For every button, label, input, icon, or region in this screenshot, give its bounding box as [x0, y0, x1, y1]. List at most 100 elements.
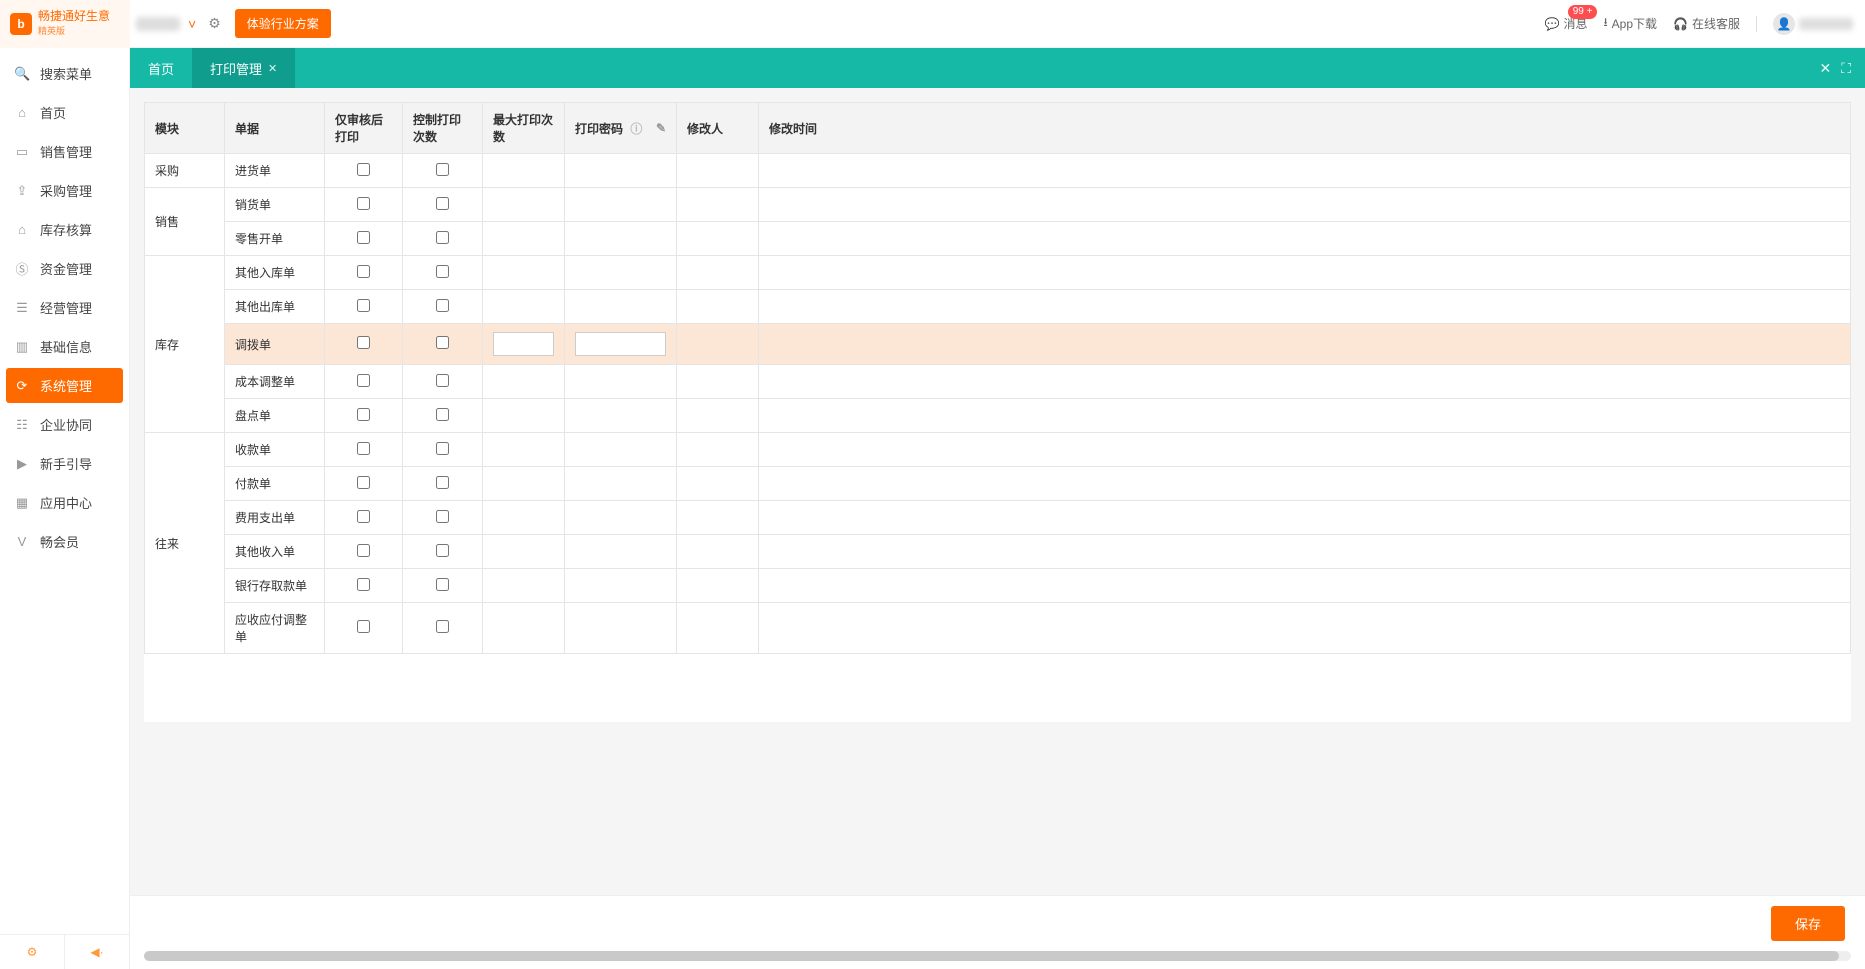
- cell-limit-count: [403, 324, 483, 365]
- edit-icon[interactable]: ✎: [656, 121, 666, 135]
- cell-password: [565, 154, 677, 188]
- audit-only-checkbox[interactable]: [357, 544, 370, 557]
- cell-modified-at: [759, 535, 1851, 569]
- sidebar-item-purchase[interactable]: ⇪采购管理: [0, 171, 129, 210]
- sidebar-item-basic[interactable]: ▥基础信息: [0, 327, 129, 366]
- cell-limit-count: [403, 256, 483, 290]
- audit-only-checkbox[interactable]: [357, 231, 370, 244]
- audit-only-checkbox[interactable]: [357, 163, 370, 176]
- sidebar-item-fund[interactable]: Ⓢ资金管理: [0, 249, 129, 288]
- app-download-button[interactable]: ⭳ App下载: [1603, 13, 1657, 34]
- tab-home[interactable]: 首页: [130, 48, 192, 88]
- audit-only-checkbox[interactable]: [357, 620, 370, 633]
- cell-doc: 销货单: [225, 188, 325, 222]
- audit-only-checkbox[interactable]: [357, 374, 370, 387]
- limit-count-checkbox[interactable]: [436, 544, 449, 557]
- sidebar-collapse-button[interactable]: ◀·: [64, 935, 129, 969]
- password-input[interactable]: [575, 332, 666, 356]
- limit-count-checkbox[interactable]: [436, 336, 449, 349]
- table-row: 零售开单: [145, 222, 1851, 256]
- audit-only-checkbox[interactable]: [357, 336, 370, 349]
- limit-count-checkbox[interactable]: [436, 476, 449, 489]
- industry-plan-button[interactable]: 体验行业方案: [235, 9, 331, 38]
- table-row: 其他出库单: [145, 290, 1851, 324]
- close-all-tabs-button[interactable]: ✕: [1819, 60, 1831, 77]
- save-button[interactable]: 保存: [1771, 906, 1845, 941]
- limit-count-checkbox[interactable]: [436, 265, 449, 278]
- app-download-label: App下载: [1612, 15, 1657, 32]
- audit-only-checkbox[interactable]: [357, 408, 370, 421]
- cell-limit-count: [403, 467, 483, 501]
- cell-limit-count: [403, 222, 483, 256]
- max-count-input[interactable]: [493, 332, 554, 356]
- brand-logo[interactable]: b 畅捷通好生意 精英版: [0, 0, 130, 48]
- org-select[interactable]: ˅ ⚙: [136, 15, 221, 32]
- limit-count-checkbox[interactable]: [436, 510, 449, 523]
- cell-doc: 其他出库单: [225, 290, 325, 324]
- limit-count-checkbox[interactable]: [436, 163, 449, 176]
- cell-audit-only: [325, 433, 403, 467]
- cell-modifier: [677, 467, 759, 501]
- online-service-button[interactable]: 🎧 在线客服: [1673, 15, 1740, 32]
- cell-limit-count: [403, 290, 483, 324]
- audit-only-checkbox[interactable]: [357, 476, 370, 489]
- table-row: 付款单: [145, 467, 1851, 501]
- th-max-count: 最大打印次数: [483, 103, 565, 154]
- cell-max-count: [483, 467, 565, 501]
- limit-count-checkbox[interactable]: [436, 620, 449, 633]
- tab-print-management[interactable]: 打印管理 ✕: [192, 48, 295, 88]
- sidebar-settings-button[interactable]: ⚙: [0, 935, 64, 969]
- cell-password: [565, 501, 677, 535]
- sidebar-item-stock[interactable]: ⌂库存核算: [0, 210, 129, 249]
- cell-modified-at: [759, 467, 1851, 501]
- sidebar-item-apps[interactable]: ▦应用中心: [0, 483, 129, 522]
- cell-doc: 调拨单: [225, 324, 325, 365]
- user-menu[interactable]: 👤: [1773, 13, 1853, 35]
- cell-password: [565, 188, 677, 222]
- audit-only-checkbox[interactable]: [357, 510, 370, 523]
- sidebar-item-guide[interactable]: ▶新手引导: [0, 444, 129, 483]
- messages-button[interactable]: 💬 消息 99 +: [1545, 15, 1588, 32]
- th-module: 模块: [145, 103, 225, 154]
- audit-only-checkbox[interactable]: [357, 197, 370, 210]
- th-modified-at: 修改时间: [759, 103, 1851, 154]
- cell-modifier: [677, 501, 759, 535]
- limit-count-checkbox[interactable]: [436, 197, 449, 210]
- help-icon[interactable]: ⓘ: [630, 122, 642, 136]
- audit-only-checkbox[interactable]: [357, 299, 370, 312]
- cell-audit-only: [325, 399, 403, 433]
- audit-only-checkbox[interactable]: [357, 442, 370, 455]
- content: 模块 单据 仅审核后打印 控制打印次数 最大打印次数 打印密码 ⓘ ✎: [130, 88, 1865, 895]
- scrollbar-thumb[interactable]: [144, 951, 1839, 961]
- cell-limit-count: [403, 603, 483, 654]
- basic-icon: ▥: [14, 339, 30, 355]
- limit-count-checkbox[interactable]: [436, 299, 449, 312]
- sidebar-item-biz[interactable]: ☰经营管理: [0, 288, 129, 327]
- close-icon[interactable]: ✕: [268, 62, 277, 75]
- limit-count-checkbox[interactable]: [436, 442, 449, 455]
- sidebar-item-home[interactable]: ⌂首页: [0, 93, 129, 132]
- limit-count-checkbox[interactable]: [436, 408, 449, 421]
- limit-count-checkbox[interactable]: [436, 578, 449, 591]
- gear-icon[interactable]: ⚙: [208, 15, 221, 32]
- cell-modifier: [677, 433, 759, 467]
- audit-only-checkbox[interactable]: [357, 578, 370, 591]
- sidebar-item-coop[interactable]: ☷企业协同: [0, 405, 129, 444]
- sidebar-item-sales[interactable]: ▭销售管理: [0, 132, 129, 171]
- cell-modified-at: [759, 603, 1851, 654]
- sidebar-item-vip[interactable]: V畅会员: [0, 522, 129, 561]
- sidebar-item-system[interactable]: ⟳系统管理: [6, 368, 123, 403]
- cell-modified-at: [759, 399, 1851, 433]
- limit-count-checkbox[interactable]: [436, 231, 449, 244]
- sidebar-item-label: 首页: [40, 103, 66, 122]
- fullscreen-button[interactable]: ⛶: [1841, 60, 1851, 77]
- search-icon: 🔍: [14, 66, 30, 82]
- horizontal-scrollbar[interactable]: [144, 951, 1851, 961]
- limit-count-checkbox[interactable]: [436, 374, 449, 387]
- sidebar-item-search[interactable]: 🔍搜索菜单: [0, 54, 129, 93]
- cell-modified-at: [759, 433, 1851, 467]
- fund-icon: Ⓢ: [14, 259, 30, 278]
- apps-icon: ▦: [14, 495, 30, 511]
- audit-only-checkbox[interactable]: [357, 265, 370, 278]
- th-modifier: 修改人: [677, 103, 759, 154]
